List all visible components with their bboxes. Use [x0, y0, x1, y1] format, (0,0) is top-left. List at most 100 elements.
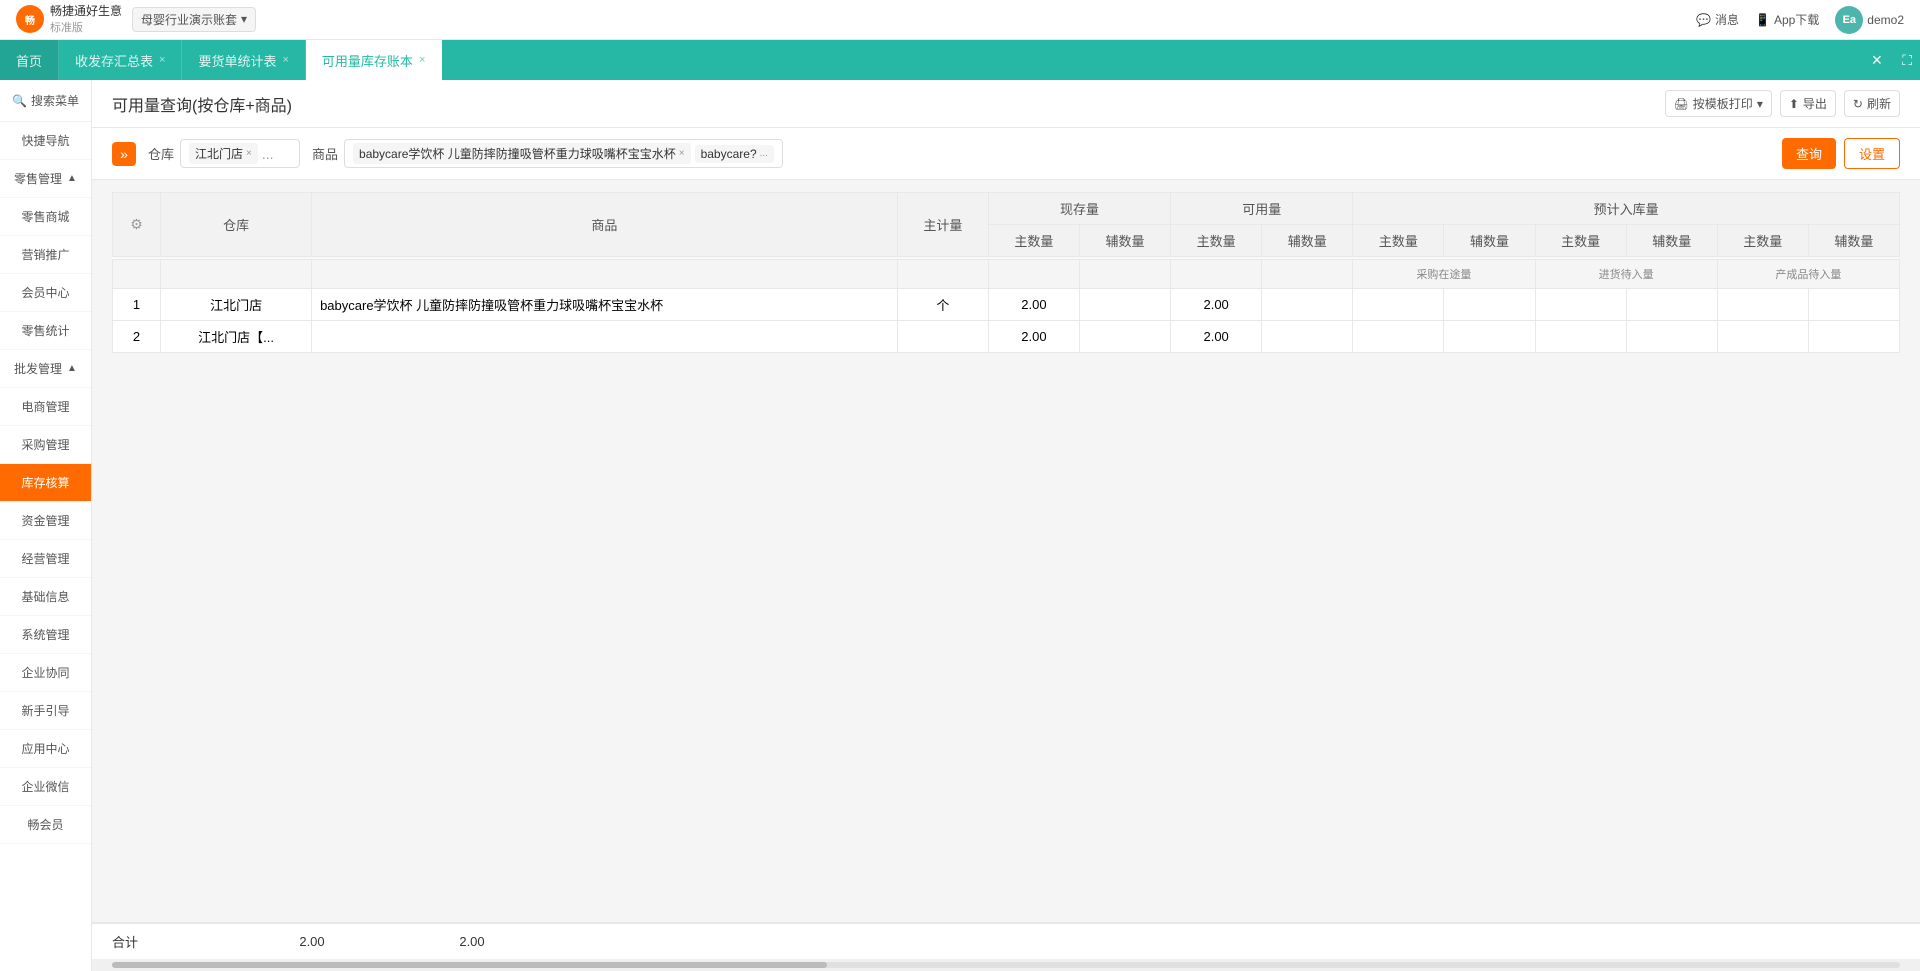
sidebar-item-purchase[interactable]: 采购管理: [0, 426, 91, 464]
tab-receive-close[interactable]: ×: [159, 54, 165, 66]
search-icon: 🔍: [12, 94, 27, 108]
sidebar-item-ecommerce[interactable]: 电商管理: [0, 388, 91, 426]
home-label: 首页: [16, 51, 42, 70]
user-area[interactable]: Ea demo2: [1835, 6, 1904, 34]
product-tag-1: babycare学饮杯 儿童防摔防撞吸管杯重力球吸嘴杯宝宝水杯 ×: [353, 143, 691, 164]
sidebar-item-appcenter[interactable]: 应用中心: [0, 730, 91, 768]
refresh-label: 刷新: [1867, 95, 1891, 112]
th-product-aux: 辅数量: [1808, 225, 1899, 257]
footer-avail-main: 2.00: [432, 934, 512, 949]
row1-unit: 个: [897, 289, 988, 321]
footer-stock-main: 2.00: [272, 934, 352, 949]
app-download-button[interactable]: 📱 App下载: [1755, 11, 1819, 28]
table-row: 2 江北门店【... 2.00 2.00: [113, 321, 1900, 353]
th-planned-in: 预计入库量: [1353, 193, 1900, 225]
settings-button[interactable]: 设置: [1844, 138, 1900, 169]
warehouse-tag-close[interactable]: ×: [246, 148, 252, 159]
sub-header-blank7: [1171, 260, 1262, 289]
member2-label: 畅会员: [27, 816, 63, 833]
content-area: 可用量查询(按仓库+商品) 🖨 按模板打印 ▾ ⬆ 导出 ↻ 刷新 »: [92, 80, 1920, 971]
sidebar-item-basic[interactable]: 基础信息: [0, 578, 91, 616]
tab-inventory[interactable]: 可用量库存账本 ×: [306, 40, 442, 80]
message-button[interactable]: 💬 消息: [1696, 11, 1739, 28]
scroll-bar-track[interactable]: [112, 962, 1900, 968]
tab-order[interactable]: 要货单统计表 ×: [182, 40, 305, 80]
query-button[interactable]: 查询: [1782, 138, 1836, 169]
search-menu-button[interactable]: 🔍 搜索菜单: [8, 88, 83, 113]
print-icon: 🖨: [1674, 97, 1689, 111]
export-icon: ⬆: [1789, 97, 1799, 111]
template-chevron: ▾: [1757, 97, 1763, 111]
product-filter-input[interactable]: babycare学饮杯 儿童防摔防撞吸管杯重力球吸嘴杯宝宝水杯 × babyca…: [344, 139, 783, 168]
industry-selector[interactable]: 母婴行业演示账套 ▾: [132, 7, 256, 32]
warehouse-dots[interactable]: ...: [262, 146, 274, 162]
table-row: 1 江北门店 babycare学饮杯 儿童防摔防撞吸管杯重力球吸嘴杯宝宝水杯 个…: [113, 289, 1900, 321]
table-footer: 合计 2.00 2.00: [92, 922, 1920, 959]
sidebar-item-zero-sales[interactable]: 零售管理 ▲: [0, 160, 91, 198]
logo-text-area: 畅捷通好生意 标准版: [50, 4, 122, 34]
sidebar-item-finance[interactable]: 资金管理: [0, 502, 91, 540]
tab-home[interactable]: 首页: [0, 40, 59, 80]
warehouse-filter-input[interactable]: 江北门店 × ...: [180, 139, 300, 168]
sub-header-blank2: [161, 260, 312, 289]
row1-purchase-main: [1353, 289, 1444, 321]
row2-warehouse: 江北门店【...: [161, 321, 312, 353]
th-stock-main: 主数量: [988, 225, 1079, 257]
close-all-tabs[interactable]: ×: [1860, 50, 1895, 71]
row2-avail-main: 2.00: [1171, 321, 1262, 353]
product-tag-1-close[interactable]: ×: [679, 148, 685, 159]
row2-num: 2: [113, 321, 161, 353]
data-table: ⚙ 仓库 商品 主计量 现存量 可用量 预计入库量 主数量 辅数量 主数量 辅数…: [112, 192, 1900, 353]
tab-inventory-label: 可用量库存账本: [322, 51, 413, 70]
row2-product: [312, 321, 898, 353]
sub-header-inbound: 进货待入量: [1535, 260, 1717, 289]
expand-tabs[interactable]: ⛶: [1894, 52, 1920, 69]
tab-receive[interactable]: 收发存汇总表 ×: [59, 40, 182, 80]
sidebar-item-enterprise[interactable]: 企业协同: [0, 654, 91, 692]
sidebar-quick-nav[interactable]: 快捷导航: [0, 122, 91, 160]
refresh-button[interactable]: ↻ 刷新: [1844, 90, 1900, 117]
logo-text: 畅捷通好生意: [50, 4, 122, 18]
app-icon: 📱: [1755, 13, 1770, 27]
row2-stock-main: 2.00: [988, 321, 1079, 353]
sidebar-item-member2[interactable]: 畅会员: [0, 806, 91, 844]
scroll-bar-thumb[interactable]: [112, 962, 827, 968]
sidebar-item-operations[interactable]: 经营管理: [0, 540, 91, 578]
product-tag-2-label: babycare?: [701, 147, 757, 161]
filter-toggle[interactable]: »: [112, 142, 136, 166]
sidebar-item-marketing[interactable]: 营销推广: [0, 236, 91, 274]
sidebar-item-inventory[interactable]: 库存核算: [0, 464, 91, 502]
sidebar-item-system[interactable]: 系统管理: [0, 616, 91, 654]
template-print-button[interactable]: 🖨 按模板打印 ▾: [1665, 90, 1772, 117]
th-purchase-aux: 辅数量: [1444, 225, 1535, 257]
tab-order-close[interactable]: ×: [282, 54, 288, 66]
app-download-label: App下载: [1774, 11, 1819, 28]
wechat-label: 企业微信: [21, 778, 69, 795]
row2-avail-aux: [1262, 321, 1353, 353]
sidebar-item-zero-stats[interactable]: 零售统计: [0, 312, 91, 350]
product-tag-1-label: babycare学饮杯 儿童防摔防撞吸管杯重力球吸嘴杯宝宝水杯: [359, 145, 676, 162]
product-tag-2-dots[interactable]: ...: [760, 148, 768, 159]
export-button[interactable]: ⬆ 导出: [1780, 90, 1836, 117]
message-icon: 💬: [1696, 13, 1711, 27]
row1-num: 1: [113, 289, 161, 321]
th-avail-aux: 辅数量: [1262, 225, 1353, 257]
tab-inventory-close[interactable]: ×: [419, 54, 425, 66]
gear-icon: ⚙: [130, 216, 143, 232]
th-gear[interactable]: ⚙: [113, 193, 161, 257]
username-label: demo2: [1867, 13, 1904, 27]
logo-icon: 畅: [16, 5, 44, 33]
footer-label: 合计: [112, 932, 272, 951]
sidebar-item-wechat[interactable]: 企业微信: [0, 768, 91, 806]
sub-header-blank1: [113, 260, 161, 289]
row1-warehouse: 江北门店: [161, 289, 312, 321]
logo-subtitle: 标准版: [50, 19, 122, 35]
product-filter-group: 商品 babycare学饮杯 儿童防摔防撞吸管杯重力球吸嘴杯宝宝水杯 × bab…: [312, 139, 783, 168]
tab-order-label: 要货单统计表: [198, 51, 276, 70]
row2-unit: [897, 321, 988, 353]
row2-inbound-main: [1535, 321, 1626, 353]
sidebar-item-zero-mall[interactable]: 零售商城: [0, 198, 91, 236]
sidebar-item-member[interactable]: 会员中心: [0, 274, 91, 312]
sidebar-item-wholesale[interactable]: 批发管理 ▲: [0, 350, 91, 388]
sidebar-item-newbie[interactable]: 新手引导: [0, 692, 91, 730]
